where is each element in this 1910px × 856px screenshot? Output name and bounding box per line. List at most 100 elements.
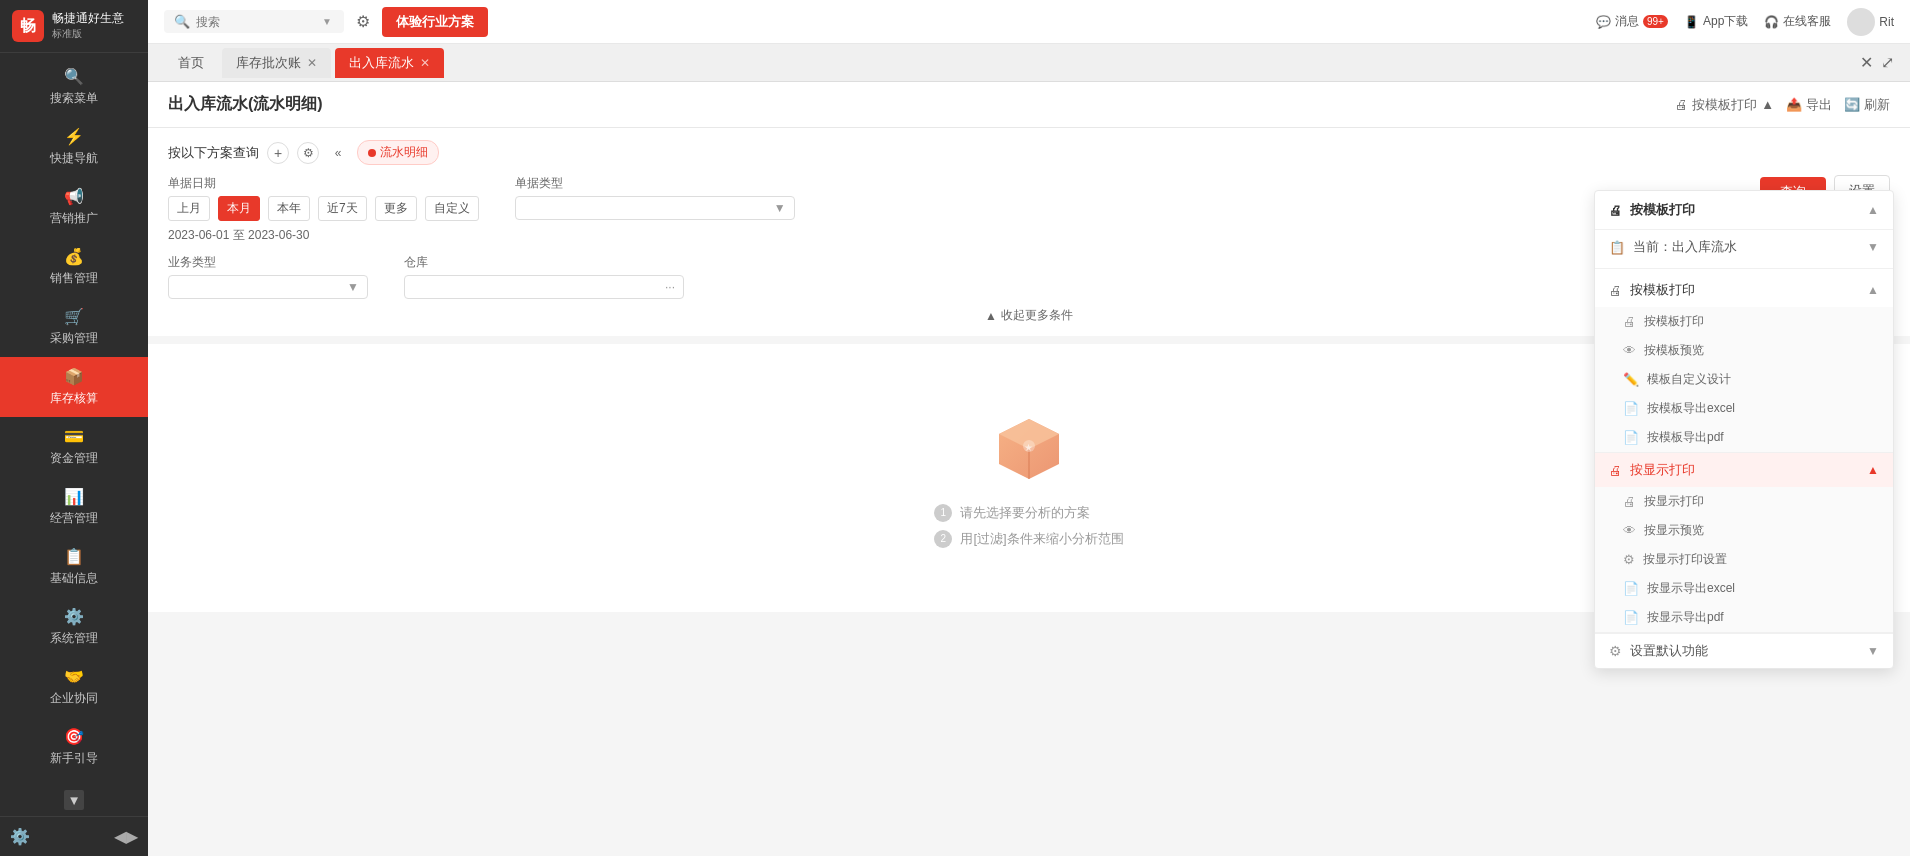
basic-icon: 📋 — [64, 547, 84, 566]
filter-chip-label: 流水明细 — [380, 144, 428, 161]
filter-doc-type-select[interactable]: ▼ — [515, 196, 795, 220]
filter-date-this-month[interactable]: 本月 — [218, 196, 260, 221]
print-dropdown: 🖨 按模板打印 ▲ 📋 当前：出入库流水 ▼ 🖨 按模板打 — [1594, 190, 1894, 669]
filter-header: 按以下方案查询 + ⚙ « 流水明细 — [168, 140, 1890, 165]
filter-date-label: 单据日期 — [168, 175, 479, 192]
dropdown-current-item[interactable]: 📋 当前：出入库流水 ▼ — [1595, 230, 1893, 264]
topbar: 🔍 ▼ ⚙ 体验行业方案 💬 消息 99+ 📱 App下载 🎧 在线客服 Rit — [148, 0, 1910, 44]
sidebar-item-search[interactable]: 🔍 搜索菜单 — [0, 57, 148, 117]
disp-sub-preview-icon: 👁 — [1623, 523, 1636, 538]
sidebar-item-system[interactable]: ⚙️ 系统管理 — [0, 597, 148, 657]
filter-date-prev-month[interactable]: 上月 — [168, 196, 210, 221]
display-print-header[interactable]: 🖨 按显示打印 ▲ — [1595, 453, 1893, 487]
refresh-label: 刷新 — [1864, 96, 1890, 114]
template-print-sub-1[interactable]: 🖨 按模板打印 — [1595, 307, 1893, 336]
topbar-search-box[interactable]: 🔍 ▼ — [164, 10, 344, 33]
sidebar-item-label: 采购管理 — [50, 330, 98, 347]
sidebar-item-guide[interactable]: 🎯 新手引导 — [0, 717, 148, 777]
filter-setting-btn[interactable]: ⚙ — [297, 142, 319, 164]
sidebar-item-basic[interactable]: 📋 基础信息 — [0, 537, 148, 597]
tab-flow[interactable]: 出入库流水 ✕ — [335, 48, 444, 78]
search-input[interactable] — [196, 15, 316, 29]
filter-date-7days[interactable]: 近7天 — [318, 196, 367, 221]
sidebar-item-inventory[interactable]: 📦 库存核算 — [0, 357, 148, 417]
template-print-sub-2[interactable]: 👁 按模板预览 — [1595, 336, 1893, 365]
display-print-sub-4[interactable]: 📄 按显示导出excel — [1595, 574, 1893, 603]
sidebar-nav: 🔍 搜索菜单 ⚡ 快捷导航 📢 营销推广 💰 销售管理 🛒 采购管理 📦 库存核… — [0, 53, 148, 784]
main-area: 🔍 ▼ ⚙ 体验行业方案 💬 消息 99+ 📱 App下载 🎧 在线客服 Rit — [148, 0, 1910, 856]
sidebar-item-enterprise[interactable]: 🤝 企业协同 — [0, 657, 148, 717]
filter-label: 按以下方案查询 — [168, 144, 259, 162]
display-print-header-left: 🖨 按显示打印 — [1609, 461, 1695, 479]
flow-tab-close[interactable]: ✕ — [420, 56, 430, 70]
disp-sub-preview-label: 按显示预览 — [1644, 522, 1704, 539]
empty-steps: 1 请先选择要分析的方案 2 用[过滤]条件来缩小分析范围 — [934, 500, 1123, 552]
sidebar-item-operations[interactable]: 📊 经营管理 — [0, 477, 148, 537]
filter-date-more[interactable]: 更多 — [375, 196, 417, 221]
sidebar-item-sales[interactable]: 💰 销售管理 — [0, 237, 148, 297]
template-print-chevron: ▲ — [1867, 283, 1879, 297]
user-avatar-btn[interactable]: Rit — [1847, 8, 1894, 36]
template-print-header[interactable]: 🖨 按模板打印 ▲ — [1595, 273, 1893, 307]
filter-chip[interactable]: 流水明细 — [357, 140, 439, 165]
disp-sub-pdf-icon: 📄 — [1623, 610, 1639, 625]
dropdown-current-label: 当前：出入库流水 — [1633, 238, 1737, 256]
dropdown-header-chevron[interactable]: ▲ — [1867, 203, 1879, 217]
display-print-sub-2[interactable]: 👁 按显示预览 — [1595, 516, 1893, 545]
window-close-btn[interactable]: ✕ — [1860, 53, 1873, 72]
dropdown-footer-item[interactable]: ⚙ 设置默认功能 ▼ — [1595, 633, 1893, 668]
app-name: 畅捷通好生意 — [52, 11, 124, 27]
sidebar-item-purchase[interactable]: 🛒 采购管理 — [0, 297, 148, 357]
trial-btn[interactable]: 体验行业方案 — [382, 7, 488, 37]
filter-warehouse-select[interactable]: ··· — [404, 275, 684, 299]
filter-warehouse-dots[interactable]: ··· — [665, 280, 675, 294]
filter-add-btn[interactable]: + — [267, 142, 289, 164]
template-print-sub-5[interactable]: 📄 按模板导出pdf — [1595, 423, 1893, 452]
topbar-gear-icon[interactable]: ⚙ — [356, 12, 370, 31]
dropdown-footer-left: ⚙ 设置默认功能 — [1609, 642, 1708, 660]
footer-chevron: ▼ — [1867, 644, 1879, 658]
export-btn[interactable]: 📤 导出 — [1786, 96, 1832, 114]
filter-collapse-btn[interactable]: « — [327, 142, 349, 164]
customer-service-label: 在线客服 — [1783, 13, 1831, 30]
filter-date-this-year[interactable]: 本年 — [268, 196, 310, 221]
sidebar-scroll-down[interactable]: ▼ — [64, 790, 84, 810]
sidebar-item-quick-nav[interactable]: ⚡ 快捷导航 — [0, 117, 148, 177]
app-download-btn[interactable]: 📱 App下载 — [1684, 13, 1748, 30]
template-print-sub-4[interactable]: 📄 按模板导出excel — [1595, 394, 1893, 423]
disp-sub-print-label: 按显示打印 — [1644, 493, 1704, 510]
template-print-sub-3[interactable]: ✏️ 模板自定义设计 — [1595, 365, 1893, 394]
app-version: 标准版 — [52, 27, 124, 41]
batch-tab-label: 库存批次账 — [236, 54, 301, 72]
filter-warehouse-group: 仓库 ··· — [404, 254, 684, 299]
batch-tab-close[interactable]: ✕ — [307, 56, 317, 70]
customer-service-btn[interactable]: 🎧 在线客服 — [1764, 13, 1831, 30]
print-label: 按模板打印 — [1692, 96, 1757, 114]
filter-biz-type-group: 业务类型 ▼ — [168, 254, 368, 299]
filter-biz-type-select[interactable]: ▼ — [168, 275, 368, 299]
message-btn[interactable]: 💬 消息 99+ — [1596, 13, 1668, 30]
sidebar-item-app-center[interactable]: 📱 应用中心 — [0, 777, 148, 784]
page-title: 出入库流水(流水明细) — [168, 94, 323, 115]
refresh-btn[interactable]: 🔄 刷新 — [1844, 96, 1890, 114]
display-print-sub-5[interactable]: 📄 按显示导出pdf — [1595, 603, 1893, 632]
disp-sub-print-icon: 🖨 — [1623, 494, 1636, 509]
step-2-num: 2 — [934, 530, 952, 548]
sidebar-item-finance[interactable]: 💳 资金管理 — [0, 417, 148, 477]
sidebar-collapse-btn[interactable]: ◀▶ — [114, 827, 138, 846]
footer-setting-label: 设置默认功能 — [1630, 642, 1708, 660]
display-print-sub-1[interactable]: 🖨 按显示打印 — [1595, 487, 1893, 516]
sidebar-item-marketing[interactable]: 📢 营销推广 — [0, 177, 148, 237]
window-expand-btn[interactable]: ⤢ — [1881, 53, 1894, 72]
collapse-more-btn[interactable]: ▲ 收起更多条件 — [985, 307, 1073, 324]
tab-batch[interactable]: 库存批次账 ✕ — [222, 48, 331, 78]
footer-setting-icon: ⚙ — [1609, 643, 1622, 659]
print-btn[interactable]: 🖨 按模板打印 ▲ — [1675, 96, 1774, 114]
marketing-icon: 📢 — [64, 187, 84, 206]
step-1-label: 请先选择要分析的方案 — [960, 500, 1090, 526]
filter-date-custom[interactable]: 自定义 — [425, 196, 479, 221]
display-print-sub-3[interactable]: ⚙ 按显示打印设置 — [1595, 545, 1893, 574]
sidebar-settings-btn[interactable]: ⚙️ — [10, 827, 30, 846]
finance-icon: 💳 — [64, 427, 84, 446]
tab-home[interactable]: 首页 — [164, 48, 218, 78]
